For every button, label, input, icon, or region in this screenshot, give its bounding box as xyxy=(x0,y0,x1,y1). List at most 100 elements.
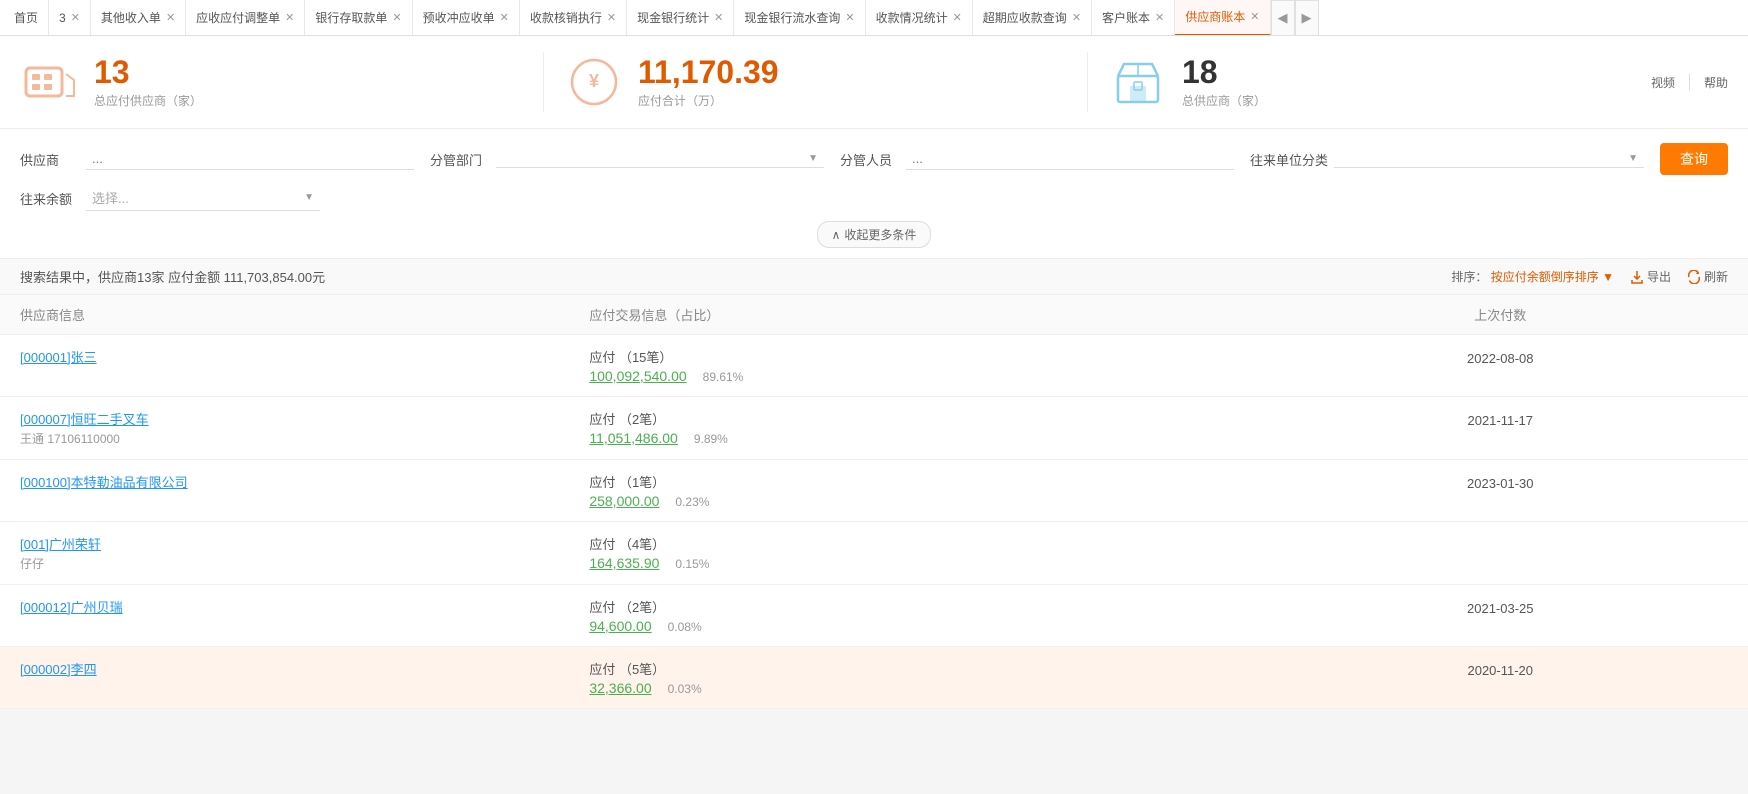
transaction-amount-link[interactable]: 11,051,486.00 xyxy=(589,430,678,446)
nav-tab-collection-stat-close[interactable]: ✕ xyxy=(953,11,962,24)
total-suppliers-count: 18 xyxy=(1182,55,1266,90)
nav-tab-customer-account-close[interactable]: ✕ xyxy=(1155,11,1164,24)
category-filter-select[interactable]: ▼ xyxy=(1334,150,1644,168)
query-button[interactable]: 查询 xyxy=(1660,143,1728,175)
filter-category: 往来单位分类 ▼ xyxy=(1250,150,1644,169)
summary-card-ap-suppliers: 13 总应付供应商（家） xyxy=(20,52,544,112)
transaction-label: 应付 （2笔） xyxy=(589,597,1272,616)
transaction-amount-link[interactable]: 258,000.00 xyxy=(589,493,659,509)
supplier-link[interactable]: [000007]恒旺二手叉车 xyxy=(20,412,149,427)
nav-tab-overdue-query-label: 超期应收款查询 xyxy=(983,9,1067,26)
top-right-links: 视频 帮助 xyxy=(1651,74,1728,91)
result-summary-text: 搜索结果中，供应商13家 应付金额 111,703,854.00元 xyxy=(20,267,325,286)
supplier-link[interactable]: [000100]本特勒油品有限公司 xyxy=(20,475,188,490)
export-button[interactable]: 导出 xyxy=(1630,268,1671,285)
table-row: [001]广州荣轩 仔仔 应付 （4笔） 164,635.90 0.15% xyxy=(0,522,1748,585)
nav-tab-cash-bank-stat-label: 现金银行统计 xyxy=(637,9,709,26)
transaction-label: 应付 （5笔） xyxy=(589,659,1272,678)
transaction-row: 11,051,486.00 9.89% xyxy=(589,430,1272,446)
nav-tab-advance-offset[interactable]: 预收冲应收单 ✕ xyxy=(413,0,520,36)
transaction-pct: 9.89% xyxy=(694,432,728,446)
table-row: [000012]广州贝瑞 应付 （2笔） 94,600.00 0.08% 202… xyxy=(0,585,1748,647)
ap-suppliers-label: 总应付供应商（家） xyxy=(94,92,202,109)
supplier-filter-label: 供应商 xyxy=(20,150,80,169)
supplier-link[interactable]: [001]广州荣轩 xyxy=(20,537,101,552)
supplier-cell: [000007]恒旺二手叉车 王通 17106110000 xyxy=(20,409,589,447)
help-link[interactable]: 帮助 xyxy=(1704,74,1728,91)
nav-tab-supplier-account-close[interactable]: ✕ xyxy=(1250,10,1259,23)
supplier-icon xyxy=(20,52,80,112)
nav-tab-advance-offset-close[interactable]: ✕ xyxy=(500,11,509,24)
transaction-amount-link[interactable]: 100,092,540.00 xyxy=(589,368,686,384)
sort-label: 排序： 按应付余额倒序排序 ▼ xyxy=(1451,268,1614,285)
transaction-amount-link[interactable]: 94,600.00 xyxy=(589,618,651,634)
table-row: [000007]恒旺二手叉车 王通 17106110000 应付 （2笔） 11… xyxy=(0,397,1748,460)
nav-tab-customer-account[interactable]: 客户账本 ✕ xyxy=(1092,0,1175,36)
nav-tab-3-close[interactable]: ✕ xyxy=(71,11,80,24)
person-filter-input[interactable] xyxy=(906,148,1234,170)
nav-tab-other-income-close[interactable]: ✕ xyxy=(166,11,175,24)
last-pay-cell: 2021-03-25 xyxy=(1273,597,1728,616)
export-label: 导出 xyxy=(1647,268,1671,285)
nav-tab-3[interactable]: 3 ✕ xyxy=(49,0,91,36)
sort-value[interactable]: 按应付余额倒序排序 ▼ xyxy=(1491,270,1614,284)
last-pay-cell: 2021-11-17 xyxy=(1273,409,1728,428)
refresh-button[interactable]: 刷新 xyxy=(1687,268,1728,285)
supplier-link[interactable]: [000002]李四 xyxy=(20,662,97,677)
nav-tab-cash-bank-stat-close[interactable]: ✕ xyxy=(714,11,723,24)
nav-tab-bank-deposit-close[interactable]: ✕ xyxy=(392,11,401,24)
nav-tab-supplier-account[interactable]: 供应商账本 ✕ xyxy=(1175,0,1270,36)
balance-chevron-icon: ▼ xyxy=(304,192,314,203)
balance-filter-select[interactable]: 选择... ▼ xyxy=(86,185,320,211)
col-header-lastpay: 上次付数 xyxy=(1273,305,1728,324)
transaction-amount-link[interactable]: 164,635.90 xyxy=(589,555,659,571)
nav-tab-cash-bank-flow-close[interactable]: ✕ xyxy=(845,11,854,24)
collapse-button[interactable]: ∧ 收起更多条件 xyxy=(817,221,932,248)
nav-tab-collection-exec[interactable]: 收款核销执行 ✕ xyxy=(520,0,627,36)
nav-tab-overdue-query[interactable]: 超期应收款查询 ✕ xyxy=(973,0,1092,36)
nav-tab-bank-deposit[interactable]: 银行存取款单 ✕ xyxy=(305,0,412,36)
video-link[interactable]: 视频 xyxy=(1651,74,1675,91)
nav-tab-collection-exec-close[interactable]: ✕ xyxy=(607,11,616,24)
transaction-pct: 89.61% xyxy=(703,370,744,384)
nav-tab-ap-adjust-close[interactable]: ✕ xyxy=(285,11,294,24)
transaction-row: 32,366.00 0.03% xyxy=(589,680,1272,696)
supplier-filter-input[interactable] xyxy=(86,148,414,170)
supplier-link[interactable]: [000012]广州贝瑞 xyxy=(20,600,123,615)
transaction-amount-link[interactable]: 32,366.00 xyxy=(589,680,651,696)
top-nav: 首页 3 ✕ 其他收入单 ✕ 应收应付调整单 ✕ 银行存取款单 ✕ 预收冲应收单… xyxy=(0,0,1748,36)
filter-area: 供应商 分管部门 ▼ 分管人员 往来单位分类 ▼ 查询 xyxy=(0,129,1748,259)
nav-tab-ap-adjust[interactable]: 应收应付调整单 ✕ xyxy=(186,0,305,36)
nav-arrow-right[interactable]: ▶ xyxy=(1295,0,1319,36)
sort-chevron-icon: ▼ xyxy=(1602,270,1614,284)
filter-dept: 分管部门 ▼ xyxy=(430,150,824,169)
balance-filter-label: 往来余额 xyxy=(20,189,80,208)
nav-tab-ap-adjust-label: 应收应付调整单 xyxy=(196,9,280,26)
data-table: 供应商信息 应付交易信息（占比） 上次付数 [000001]张三 应付 （15笔… xyxy=(0,295,1748,709)
nav-arrow-left[interactable]: ◀ xyxy=(1271,0,1295,36)
nav-tab-home[interactable]: 首页 xyxy=(4,0,49,36)
nav-tab-overdue-query-close[interactable]: ✕ xyxy=(1072,11,1081,24)
ap-amount-label: 应付合计（万） xyxy=(638,92,779,109)
nav-tab-bank-deposit-label: 银行存取款单 xyxy=(315,9,387,26)
transaction-cell: 应付 （4笔） 164,635.90 0.15% xyxy=(589,534,1272,571)
nav-tab-cash-bank-flow[interactable]: 现金银行流水查询 ✕ xyxy=(734,0,865,36)
result-bar: 搜索结果中，供应商13家 应付金额 111,703,854.00元 排序： 按应… xyxy=(0,259,1748,295)
category-filter-label: 往来单位分类 xyxy=(1250,150,1328,169)
filter-row-1: 供应商 分管部门 ▼ 分管人员 往来单位分类 ▼ 查询 xyxy=(20,143,1728,175)
summary-card-total-suppliers: 18 总供应商（家） xyxy=(1108,52,1631,112)
supplier-link[interactable]: [000001]张三 xyxy=(20,350,97,365)
amount-icon: ¥ xyxy=(564,52,624,112)
supplier-cell: [000001]张三 xyxy=(20,347,589,366)
filter-balance: 往来余额 选择... ▼ xyxy=(20,185,320,211)
ap-suppliers-count: 13 xyxy=(94,55,202,90)
supplier-sub: 王通 17106110000 xyxy=(20,430,589,447)
nav-tab-cash-bank-stat[interactable]: 现金银行统计 ✕ xyxy=(627,0,734,36)
transaction-cell: 应付 （2笔） 11,051,486.00 9.89% xyxy=(589,409,1272,446)
dept-filter-select[interactable]: ▼ xyxy=(496,150,824,168)
nav-tab-collection-stat[interactable]: 收款情况统计 ✕ xyxy=(866,0,973,36)
transaction-pct: 0.15% xyxy=(675,557,709,571)
supplier-cell: [001]广州荣轩 仔仔 xyxy=(20,534,589,572)
nav-tab-other-income[interactable]: 其他收入单 ✕ xyxy=(91,0,186,36)
dept-chevron-icon: ▼ xyxy=(808,153,818,164)
